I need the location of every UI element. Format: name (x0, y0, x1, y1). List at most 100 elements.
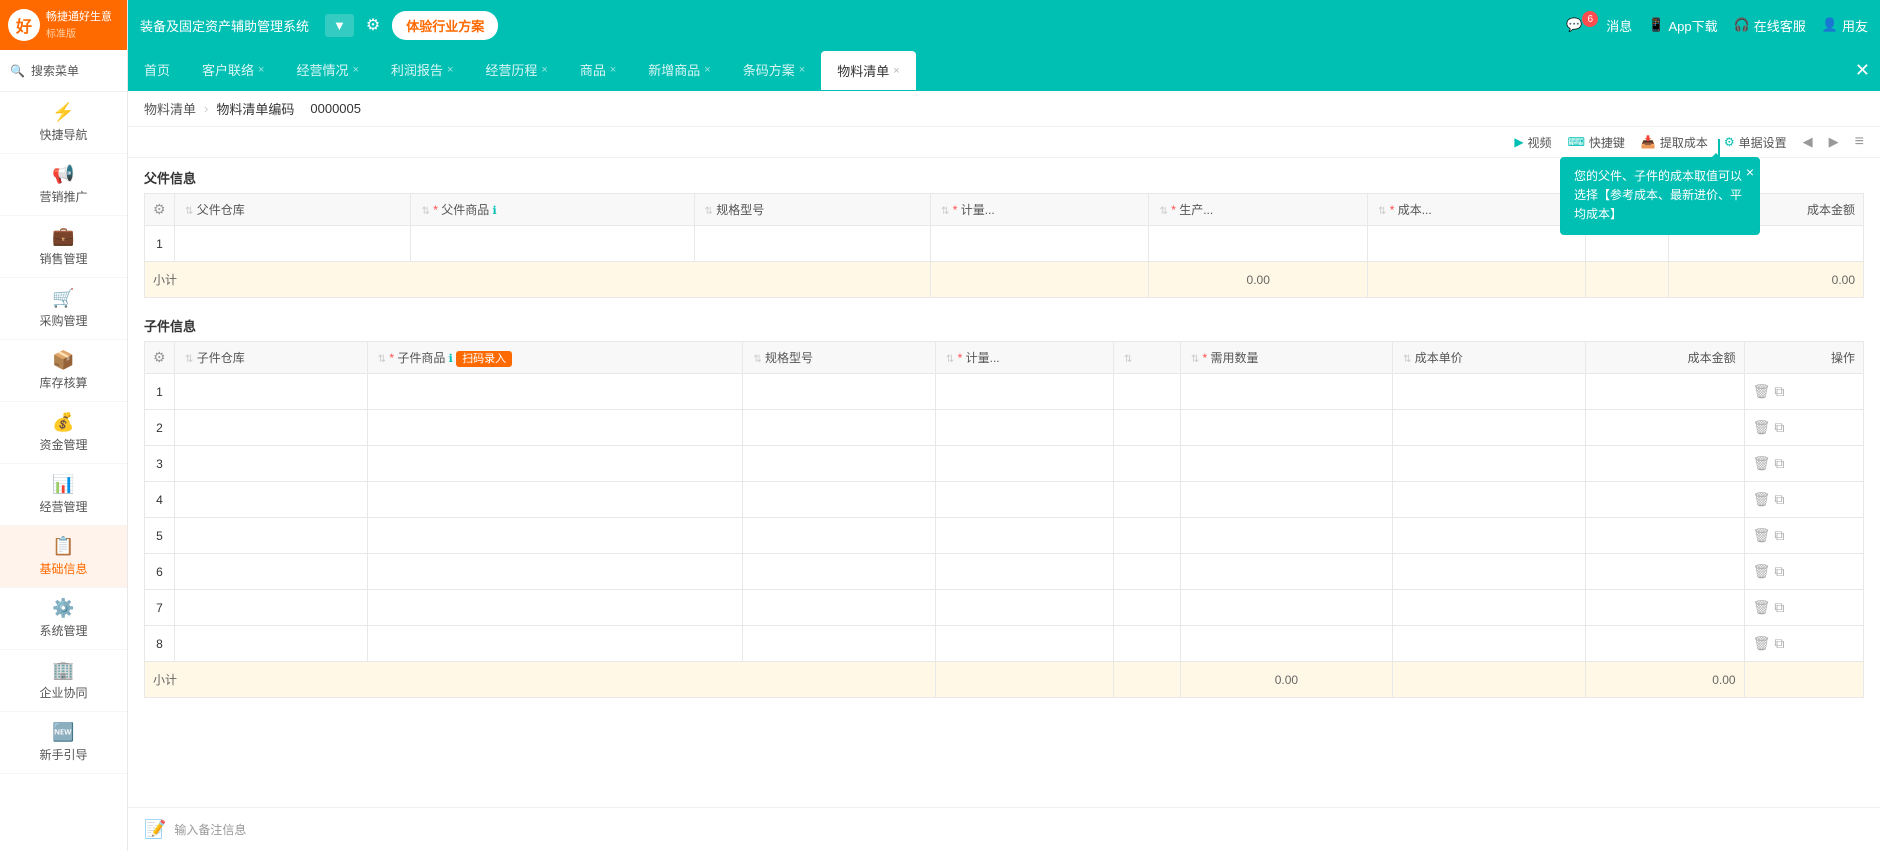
child-row-4-extra[interactable] (1113, 482, 1180, 518)
child-row-4-warehouse[interactable] (175, 482, 368, 518)
tab-goods-close[interactable]: × (610, 64, 616, 76)
child-row-4-unit[interactable] (935, 482, 1113, 518)
child-row-6-warehouse[interactable] (175, 554, 368, 590)
child-row-2-unit[interactable] (935, 410, 1113, 446)
sidebar-item-inventory[interactable]: 📦库存核算 (0, 340, 127, 402)
sidebar-item-quick-nav[interactable]: ⚡快捷导航 (0, 92, 127, 154)
child-row-3-spec[interactable] (743, 446, 936, 482)
child-row-3-quantity[interactable] (1180, 446, 1392, 482)
child-row-2-spec[interactable] (743, 410, 936, 446)
child-row-6-unit[interactable] (935, 554, 1113, 590)
tab-barcode-close[interactable]: × (799, 64, 805, 76)
child-row-8-unit-price[interactable] (1393, 626, 1586, 662)
shortcut-button[interactable]: ⌨ 快捷键 (1568, 134, 1625, 151)
child-row-3-goods[interactable] (367, 446, 743, 482)
child-row-4-spec[interactable] (743, 482, 936, 518)
child-row-8-goods[interactable] (367, 626, 743, 662)
child-row-1-warehouse[interactable] (175, 374, 368, 410)
child-settings-icon[interactable]: ⚙ (153, 349, 166, 365)
child-row-3-unit-price[interactable] (1393, 446, 1586, 482)
child-row-6-goods[interactable] (367, 554, 743, 590)
tooltip-close-button[interactable]: × (1746, 161, 1754, 183)
child-sort4[interactable]: ⇅ (946, 354, 954, 365)
parent-row-1-unit[interactable] (931, 226, 1149, 262)
parent-row-1-spec[interactable] (694, 226, 930, 262)
user-button[interactable]: 👤 用友 (1822, 16, 1868, 35)
tab-operation-status[interactable]: 经营情况 × (280, 50, 374, 91)
parent-row-1-cost[interactable] (1367, 226, 1585, 262)
child-row-8-quantity[interactable] (1180, 626, 1392, 662)
tab-bom-close[interactable]: × (893, 65, 899, 77)
sort-icon[interactable]: ⇅ (185, 206, 193, 217)
copy-icon-5[interactable]: ⧉ (1774, 527, 1784, 544)
sidebar-item-basic-info[interactable]: 📋基础信息 (0, 526, 127, 588)
tab-profit-report[interactable]: 利润报告 × (375, 50, 469, 91)
child-row-2-goods[interactable] (367, 410, 743, 446)
child-row-3-unit[interactable] (935, 446, 1113, 482)
tab-customer[interactable]: 客户联络 × (186, 50, 280, 91)
child-sort6[interactable]: ⇅ (1191, 354, 1199, 365)
delete-icon-1[interactable]: 🗑 (1753, 383, 1771, 400)
sidebar-item-guide[interactable]: 🆕新手引导 (0, 712, 127, 774)
delete-icon-4[interactable]: 🗑 (1753, 491, 1771, 508)
sidebar-item-operation[interactable]: 📊经营管理 (0, 464, 127, 526)
single-settings-button[interactable]: ⚙ 单据设置 (1724, 134, 1787, 151)
system-dropdown-button[interactable]: ▼ (325, 14, 354, 37)
child-row-2-quantity[interactable] (1180, 410, 1392, 446)
child-row-5-extra[interactable] (1113, 518, 1180, 554)
app-download-button[interactable]: 📱 App下载 (1648, 16, 1717, 35)
child-row-1-goods[interactable] (367, 374, 743, 410)
tab-operation-status-close[interactable]: × (352, 64, 358, 76)
sort-icon3[interactable]: ⇅ (705, 206, 713, 217)
message-button[interactable]: 💬 6 消息 (1566, 16, 1632, 35)
parent-row-1-goods[interactable] (411, 226, 694, 262)
child-row-4-quantity[interactable] (1180, 482, 1392, 518)
child-row-8-extra[interactable] (1113, 626, 1180, 662)
child-sort7[interactable]: ⇅ (1403, 354, 1411, 365)
copy-icon-7[interactable]: ⧉ (1774, 599, 1784, 616)
child-row-8-spec[interactable] (743, 626, 936, 662)
trial-button[interactable]: 体验行业方案 (392, 11, 498, 40)
child-row-4-goods[interactable] (367, 482, 743, 518)
child-row-6-extra[interactable] (1113, 554, 1180, 590)
search-menu-button[interactable]: 🔍 搜索菜单 (8, 58, 119, 83)
copy-icon-3[interactable]: ⧉ (1774, 455, 1784, 472)
child-sort3[interactable]: ⇅ (753, 354, 761, 365)
child-row-7-warehouse[interactable] (175, 590, 368, 626)
child-row-1-spec[interactable] (743, 374, 936, 410)
child-row-2-unit-price[interactable] (1393, 410, 1586, 446)
child-row-3-extra[interactable] (1113, 446, 1180, 482)
tab-home[interactable]: 首页 (128, 50, 186, 91)
delete-icon-3[interactable]: 🗑 (1753, 455, 1771, 472)
notes-placeholder[interactable]: 输入备注信息 (174, 821, 246, 838)
scan-badge[interactable]: 扫码录入 (456, 351, 512, 367)
child-row-5-warehouse[interactable] (175, 518, 368, 554)
nav-prev-button[interactable]: ◀ (1803, 134, 1813, 150)
sidebar-item-enterprise[interactable]: 🏢企业协同 (0, 650, 127, 712)
parent-settings-icon[interactable]: ⚙ (153, 201, 166, 217)
child-row-1-unit-price[interactable] (1393, 374, 1586, 410)
sidebar-item-marketing[interactable]: 📢营销推广 (0, 154, 127, 216)
close-all-tabs-button[interactable]: ✕ (1845, 52, 1880, 89)
tab-new-goods[interactable]: 新增商品 × (632, 50, 726, 91)
child-row-6-spec[interactable] (743, 554, 936, 590)
copy-icon-4[interactable]: ⧉ (1774, 491, 1784, 508)
child-row-7-unit[interactable] (935, 590, 1113, 626)
child-row-6-unit-price[interactable] (1393, 554, 1586, 590)
child-row-7-quantity[interactable] (1180, 590, 1392, 626)
child-row-5-goods[interactable] (367, 518, 743, 554)
tab-profit-report-close[interactable]: × (447, 64, 453, 76)
extract-cost-button[interactable]: 📥 提取成本 (1641, 134, 1708, 151)
child-row-3-warehouse[interactable] (175, 446, 368, 482)
child-row-7-extra[interactable] (1113, 590, 1180, 626)
child-row-1-quantity[interactable] (1180, 374, 1392, 410)
sort-icon5[interactable]: ⇅ (1159, 206, 1167, 217)
menu-button[interactable]: ≡ (1855, 133, 1864, 151)
copy-icon-1[interactable]: ⧉ (1774, 383, 1784, 400)
child-row-8-unit[interactable] (935, 626, 1113, 662)
sidebar-item-system[interactable]: ⚙️系统管理 (0, 588, 127, 650)
parent-row-1-warehouse[interactable] (175, 226, 411, 262)
sort-icon2[interactable]: ⇅ (421, 206, 429, 217)
delete-icon-6[interactable]: 🗑 (1753, 563, 1771, 580)
child-row-5-unit[interactable] (935, 518, 1113, 554)
